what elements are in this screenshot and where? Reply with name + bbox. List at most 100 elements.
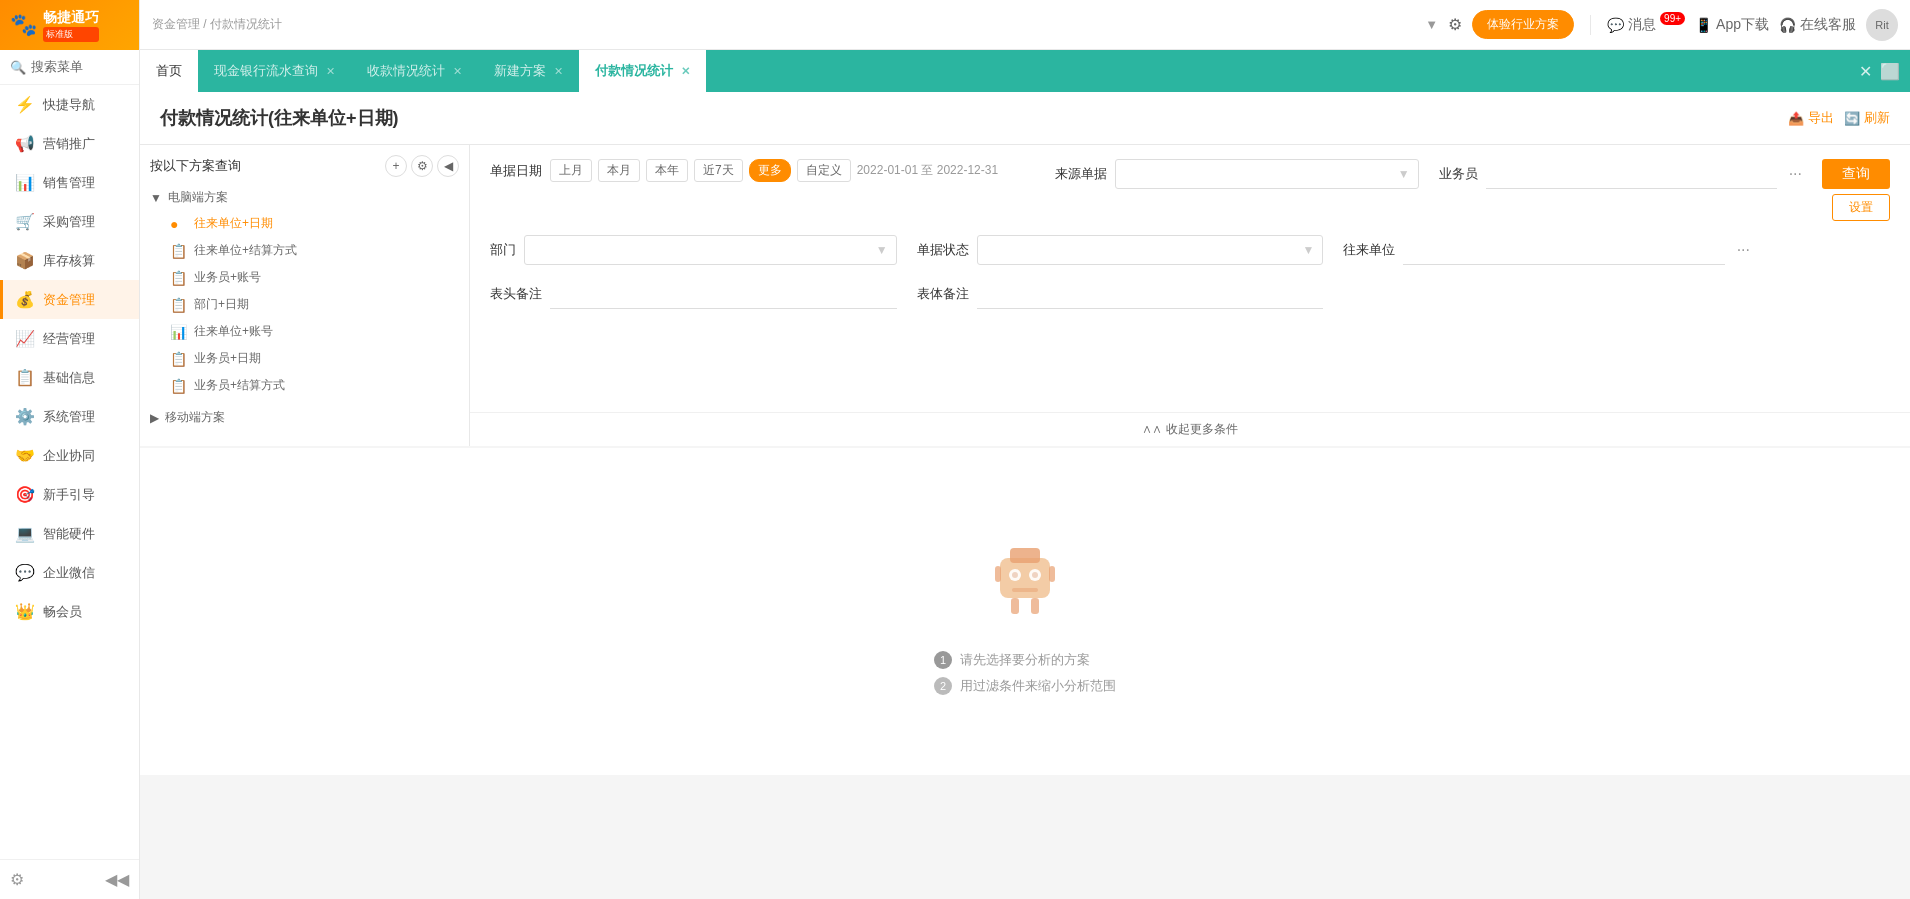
svg-rect-9 — [1011, 598, 1019, 614]
sidebar-item-system[interactable]: ⚙️ 系统管理 — [0, 397, 139, 436]
topbar-settings-icon[interactable]: ⚙ — [1448, 15, 1462, 34]
sidebar-item-collab[interactable]: 🤝 企业协同 — [0, 436, 139, 475]
sidebar-item-quick-nav[interactable]: ⚡ 快捷导航 — [0, 85, 139, 124]
scheme-item-label-staff-date: 业务员+日期 — [194, 350, 261, 367]
tab-receipt-stats[interactable]: 收款情况统计 ✕ — [351, 50, 478, 92]
query-btn[interactable]: 查询 — [1822, 159, 1890, 189]
scheme-item-unit-date[interactable]: ● 往来单位+日期 — [150, 210, 459, 237]
scheme-add-btn[interactable]: + — [385, 155, 407, 177]
wechat-label: 企业微信 — [43, 564, 95, 582]
date-btn-7days[interactable]: 近7天 — [694, 159, 743, 182]
avatar[interactable]: Rit — [1866, 9, 1898, 41]
scheme-panel: 按以下方案查询 + ⚙ ◀ ▼ 电脑端方案 ● 往来单位+日期 — [140, 145, 470, 446]
tab-expand-icon[interactable]: ⬜ — [1880, 62, 1900, 81]
operations-icon: 📈 — [15, 329, 35, 348]
basic-icon: 📋 — [15, 368, 35, 387]
date-btn-more[interactable]: 更多 — [749, 159, 791, 182]
tab-payment-stats-close[interactable]: ✕ — [681, 65, 690, 78]
collapse-icon: ∧∧ — [1142, 422, 1165, 436]
scheme-item-staff-date[interactable]: 📋 业务员+日期 — [150, 345, 459, 372]
topbar-chevron-icon[interactable]: ▼ — [1425, 17, 1438, 32]
header-note-label: 表头备注 — [490, 285, 542, 303]
sidebar-item-finance[interactable]: 💰 资金管理 — [0, 280, 139, 319]
status-chevron-icon: ▼ — [1302, 243, 1314, 257]
scheme-mobile-header[interactable]: ▶ 移动端方案 — [150, 405, 459, 430]
scheme-item-unit-payment[interactable]: 📋 往来单位+结算方式 — [150, 237, 459, 264]
app-download-icon: 📱 — [1695, 17, 1712, 33]
member-icon: 👑 — [15, 602, 35, 621]
search-menu[interactable]: 🔍 搜索菜单 — [0, 50, 139, 85]
scheme-item-staff-account[interactable]: 📋 业务员+账号 — [150, 264, 459, 291]
sidebar-item-sales[interactable]: 📊 销售管理 — [0, 163, 139, 202]
topbar-breadcrumb: 资金管理 / 付款情况统计 — [152, 16, 1415, 33]
page-header: 付款情况统计(往来单位+日期) 📤 导出 🔄 刷新 — [140, 92, 1910, 145]
trial-btn[interactable]: 体验行业方案 — [1472, 10, 1574, 39]
dept-select[interactable]: ▼ — [524, 235, 897, 265]
unit-input[interactable] — [1403, 235, 1724, 265]
export-btn[interactable]: 📤 导出 — [1788, 109, 1834, 127]
sidebar-item-guide[interactable]: 🎯 新手引导 — [0, 475, 139, 514]
tab-home[interactable]: 首页 — [140, 50, 198, 92]
inventory-icon: 📦 — [15, 251, 35, 270]
app-download-btn[interactable]: 📱 App下载 — [1695, 16, 1769, 34]
settings-btn[interactable]: 设置 — [1832, 194, 1890, 221]
guide-icon: 🎯 — [15, 485, 35, 504]
status-select[interactable]: ▼ — [977, 235, 1324, 265]
source-select[interactable]: ▼ — [1115, 159, 1418, 189]
scheme-collapse-btn[interactable]: ◀ — [437, 155, 459, 177]
service-btn[interactable]: 🎧 在线客服 — [1779, 16, 1856, 34]
tab-home-label: 首页 — [156, 62, 182, 80]
sidebar-item-purchase[interactable]: 🛒 采购管理 — [0, 202, 139, 241]
export-label: 导出 — [1808, 109, 1834, 127]
scheme-settings-btn[interactable]: ⚙ — [411, 155, 433, 177]
sidebar-item-hardware[interactable]: 💻 智能硬件 — [0, 514, 139, 553]
tab-receipt-stats-close[interactable]: ✕ — [453, 65, 462, 78]
scheme-item-label-unit-account: 往来单位+账号 — [194, 323, 273, 340]
export-icon: 📤 — [1788, 111, 1804, 126]
body-note-input[interactable] — [977, 279, 1324, 309]
content-area: 付款情况统计(往来单位+日期) 📤 导出 🔄 刷新 按以下方案查询 — [140, 92, 1910, 899]
sidebar-item-basic[interactable]: 📋 基础信息 — [0, 358, 139, 397]
tab-new-scheme-close[interactable]: ✕ — [554, 65, 563, 78]
refresh-btn[interactable]: 🔄 刷新 — [1844, 109, 1890, 127]
scheme-item-dept-date[interactable]: 📋 部门+日期 — [150, 291, 459, 318]
sidebar-item-marketing[interactable]: 📢 营销推广 — [0, 124, 139, 163]
sidebar-item-wechat[interactable]: 💬 企业微信 — [0, 553, 139, 592]
date-btn-last-month[interactable]: 上月 — [550, 159, 592, 182]
refresh-icon: 🔄 — [1844, 111, 1860, 126]
empty-illustration — [975, 528, 1075, 631]
scheme-item-icon-unit-account: 📊 — [170, 324, 188, 340]
date-btn-group: 上月 本月 本年 近7天 更多 自定义 2022-01-01 至 2022-12… — [550, 159, 998, 182]
tab-close-all-icon[interactable]: ✕ — [1859, 62, 1872, 81]
search-icon: 🔍 — [10, 60, 26, 75]
empty-tip-2: 2 用过滤条件来缩小分析范围 — [934, 677, 1116, 695]
collapse-sidebar-icon[interactable]: ◀◀ — [105, 870, 129, 889]
date-label: 单据日期 — [490, 162, 542, 180]
collapse-bar[interactable]: ∧∧ 收起更多条件 — [470, 412, 1910, 446]
staff-label: 业务员 — [1439, 165, 1478, 183]
tab-new-scheme[interactable]: 新建方案 ✕ — [478, 50, 579, 92]
message-btn[interactable]: 💬 消息 99+ — [1607, 16, 1685, 34]
unit-dots[interactable]: ··· — [1737, 241, 1750, 259]
staff-dots[interactable]: ··· — [1789, 165, 1802, 183]
collab-label: 企业协同 — [43, 447, 95, 465]
scheme-item-staff-payment[interactable]: 📋 业务员+结算方式 — [150, 372, 459, 399]
staff-input[interactable] — [1486, 159, 1777, 189]
filter-form-container: 单据日期 上月 本月 本年 近7天 更多 自定义 2022-01-01 至 20… — [470, 145, 1910, 446]
tab-bank-flow[interactable]: 现金银行流水查询 ✕ — [198, 50, 351, 92]
svg-point-4 — [1012, 572, 1018, 578]
date-btn-custom[interactable]: 自定义 — [797, 159, 851, 182]
tab-payment-stats[interactable]: 付款情况统计 ✕ — [579, 50, 706, 92]
tab-bank-flow-close[interactable]: ✕ — [326, 65, 335, 78]
sidebar-item-inventory[interactable]: 📦 库存核算 — [0, 241, 139, 280]
header-note-input[interactable] — [550, 279, 897, 309]
scheme-item-unit-account[interactable]: 📊 往来单位+账号 — [150, 318, 459, 345]
scheme-desktop-header[interactable]: ▼ 电脑端方案 — [150, 185, 459, 210]
sidebar: 🐾 畅捷通巧 标准版 🔍 搜索菜单 ⚡ 快捷导航 📢 营销推广 📊 销售管理 🛒… — [0, 0, 140, 899]
date-btn-this-year[interactable]: 本年 — [646, 159, 688, 182]
settings-icon[interactable]: ⚙ — [10, 870, 24, 889]
date-btn-this-month[interactable]: 本月 — [598, 159, 640, 182]
sidebar-item-operations[interactable]: 📈 经营管理 — [0, 319, 139, 358]
date-range-display: 2022-01-01 至 2022-12-31 — [857, 162, 998, 179]
sidebar-item-member[interactable]: 👑 畅会员 — [0, 592, 139, 631]
